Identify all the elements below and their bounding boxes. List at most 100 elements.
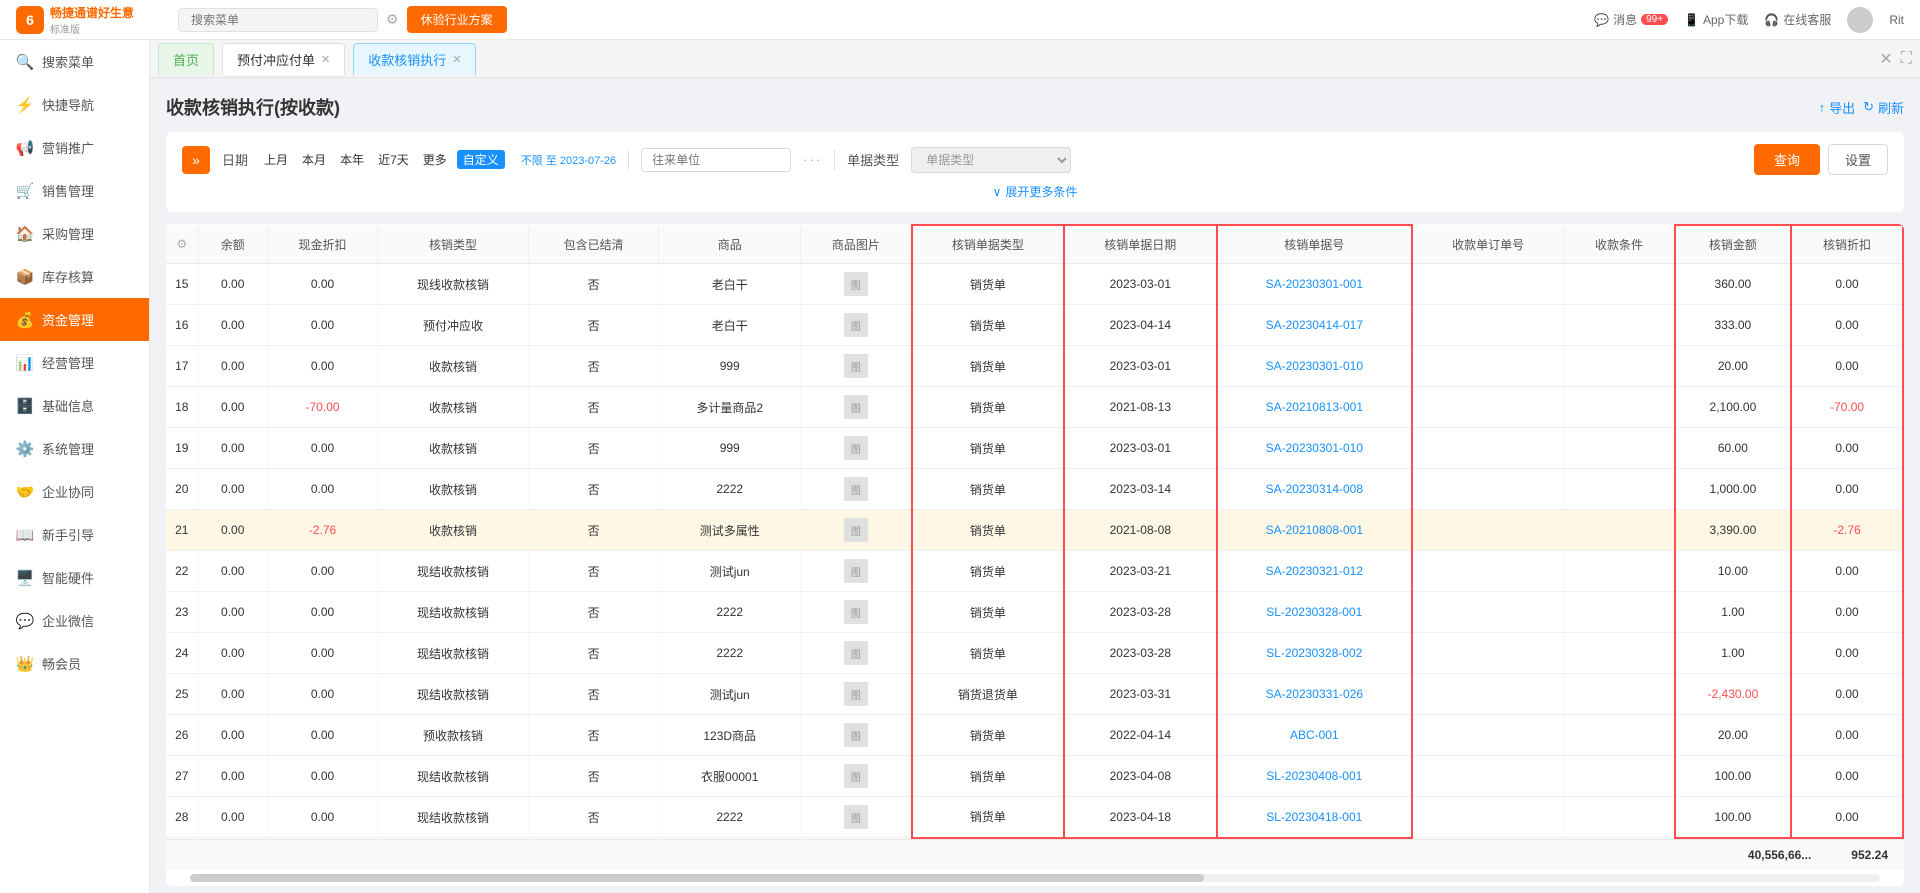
tab-close-collection[interactable]: ✕ [452, 53, 461, 66]
cell-balance: 0.00 [198, 264, 267, 305]
date-opt-custom[interactable]: 自定义 [457, 150, 505, 169]
maximize-btn[interactable]: ⛶ [1901, 50, 1912, 68]
sidebar-item-member[interactable]: 👑畅会员 [0, 642, 149, 685]
logo-area: 6 畅捷通谱好生意 标准版 [16, 4, 166, 36]
table-row: 24 0.00 0.00 现结收款核销 否 2222 图 销货单 2023-03… [166, 633, 1903, 674]
main-table: ⚙ 余额 现金折扣 核销类型 包含已结清 商品 商品图片 核销单据类型 核销单据… [166, 224, 1904, 839]
cell-include-cleared: 否 [528, 346, 658, 387]
settings-btn[interactable]: 设置 [1828, 144, 1888, 175]
tab-home[interactable]: 首页 [158, 43, 214, 75]
main-layout: 🔍搜索菜单⚡快捷导航📢营销推广🛒销售管理🏠采购管理📦库存核算💰资金管理📊经营管理… [0, 40, 1920, 893]
close-tab-btn[interactable]: ✕ [1879, 49, 1892, 69]
cell-include-cleared: 否 [528, 551, 658, 592]
writeoff-no-link[interactable]: SL-20230408-001 [1266, 769, 1362, 783]
cell-writeoff-date: 2022-04-14 [1064, 715, 1216, 756]
cell-seq: 22 [166, 551, 198, 592]
date-opt-this-year[interactable]: 本年 [336, 149, 368, 170]
cell-writeoff-type: 现结收款核销 [378, 633, 529, 674]
industry-btn[interactable]: 休验行业方案 [407, 6, 507, 33]
counterpart-input[interactable] [641, 148, 791, 172]
cell-collection-order-no [1412, 797, 1564, 838]
online-service-btn[interactable]: 🎧 在线客服 [1764, 11, 1831, 28]
sidebar-item-basic[interactable]: 🗄️基础信息 [0, 384, 149, 427]
cell-collection-terms [1564, 305, 1675, 346]
filter-expand-btn[interactable]: » [182, 146, 210, 174]
sidebar-item-system[interactable]: ⚙️系统管理 [0, 427, 149, 470]
cell-collection-terms [1564, 264, 1675, 305]
tab-prepaid[interactable]: 预付冲应付单✕ [222, 43, 345, 75]
col-goods-image: 商品图片 [801, 225, 912, 264]
tab-close-prepaid[interactable]: ✕ [321, 53, 330, 66]
date-opt-last-month[interactable]: 上月 [260, 149, 292, 170]
table-row: 21 0.00 -2.76 收款核销 否 测试多属性 图 销货单 2021-08… [166, 510, 1903, 551]
cell-cash-discount: 0.00 [267, 264, 377, 305]
writeoff-no-link[interactable]: SA-20230321-012 [1266, 564, 1363, 578]
cell-goods-image: 图 [801, 510, 912, 551]
sidebar-item-purchase[interactable]: 🏠采购管理 [0, 212, 149, 255]
cell-seq: 21 [166, 510, 198, 551]
cell-writeoff-voucher-type: 销货单 [912, 469, 1064, 510]
writeoff-no-link[interactable]: ABC-001 [1290, 728, 1339, 742]
writeoff-no-link[interactable]: SA-20210808-001 [1266, 523, 1363, 537]
sidebar-item-finance[interactable]: 💰资金管理 [0, 298, 149, 341]
top-bar-center: ⚙ 休验行业方案 [178, 6, 1582, 33]
cell-cash-discount: -70.00 [267, 387, 377, 428]
cell-cash-discount: 0.00 [267, 797, 377, 838]
scroll-bar[interactable] [190, 874, 1880, 882]
writeoff-no-link[interactable]: SA-20230301-010 [1266, 441, 1363, 455]
expand-more-btn[interactable]: ∨ 展开更多条件 [993, 183, 1078, 200]
sidebar-item-marketing[interactable]: 📢营销推广 [0, 126, 149, 169]
app-download-btn[interactable]: 📱 App下载 [1684, 11, 1748, 28]
writeoff-no-link[interactable]: SL-20230418-001 [1266, 810, 1362, 824]
query-btn[interactable]: 查询 [1754, 144, 1820, 175]
cell-writeoff-discount: -70.00 [1791, 387, 1903, 428]
sidebar-item-beginner[interactable]: 📖新手引导 [0, 513, 149, 556]
cell-writeoff-voucher-type: 销货单 [912, 551, 1064, 592]
writeoff-no-link[interactable]: SA-20230301-010 [1266, 359, 1363, 373]
sidebar-item-enterprise[interactable]: 🤝企业协同 [0, 470, 149, 513]
messages-btn[interactable]: 💬 消息 99+ [1594, 11, 1668, 28]
tab-collection[interactable]: 收款核销执行✕ [353, 43, 476, 75]
writeoff-no-link[interactable]: SL-20230328-001 [1266, 605, 1362, 619]
user-name: Rit [1889, 13, 1904, 27]
writeoff-no-link[interactable]: SA-20230314-008 [1266, 482, 1363, 496]
cell-include-cleared: 否 [528, 715, 658, 756]
writeoff-no-link[interactable]: SA-20210813-001 [1266, 400, 1363, 414]
sidebar-item-wechat[interactable]: 💬企业微信 [0, 599, 149, 642]
refresh-btn[interactable]: ↻ 刷新 [1863, 98, 1904, 117]
writeoff-no-link[interactable]: SA-20230301-001 [1266, 277, 1363, 291]
top-search-input[interactable] [191, 13, 351, 27]
settings-icon[interactable]: ⚙ [386, 11, 399, 28]
sidebar-item-inventory[interactable]: 📦库存核算 [0, 255, 149, 298]
cell-writeoff-discount: 0.00 [1791, 551, 1903, 592]
writeoff-no-link[interactable]: SA-20230331-026 [1266, 687, 1363, 701]
cell-goods-image: 图 [801, 633, 912, 674]
cell-writeoff-amount: 3,390.00 [1675, 510, 1791, 551]
cell-writeoff-amount: 20.00 [1675, 346, 1791, 387]
avatar[interactable] [1847, 7, 1873, 33]
sidebar-item-operations[interactable]: 📊经营管理 [0, 341, 149, 384]
sidebar-item-search[interactable]: 🔍搜索菜单 [0, 40, 149, 83]
date-opt-more[interactable]: 更多 [419, 149, 451, 170]
writeoff-no-link[interactable]: SL-20230328-002 [1266, 646, 1362, 660]
table-row: 25 0.00 0.00 现结收款核销 否 测试jun 图 销货退货单 2023… [166, 674, 1903, 715]
cell-writeoff-amount: 1.00 [1675, 633, 1791, 674]
writeoff-no-link[interactable]: SA-20230414-017 [1266, 318, 1363, 332]
cell-seq: 24 [166, 633, 198, 674]
cell-seq: 17 [166, 346, 198, 387]
sidebar-item-smart-hw[interactable]: 🖥️智能硬件 [0, 556, 149, 599]
cell-seq: 28 [166, 797, 198, 838]
cell-collection-order-no [1412, 346, 1564, 387]
date-opt-this-month[interactable]: 本月 [298, 149, 330, 170]
voucher-type-select[interactable]: 单据类型 [911, 147, 1071, 173]
cell-goods: 999 [659, 346, 801, 387]
date-opt-7days[interactable]: 近7天 [374, 149, 413, 170]
sidebar-item-sales[interactable]: 🛒销售管理 [0, 169, 149, 212]
filter-area: » 日期 上月 本月 本年 近7天 更多 自定义 不限 至 2023-07-26… [166, 132, 1904, 212]
col-settings[interactable]: ⚙ [166, 225, 198, 264]
col-writeoff-type: 核销类型 [378, 225, 529, 264]
cell-goods: 123D商品 [659, 715, 801, 756]
export-btn[interactable]: ↑ 导出 [1819, 98, 1856, 117]
sidebar-item-quick-nav[interactable]: ⚡快捷导航 [0, 83, 149, 126]
cell-goods-image: 图 [801, 346, 912, 387]
